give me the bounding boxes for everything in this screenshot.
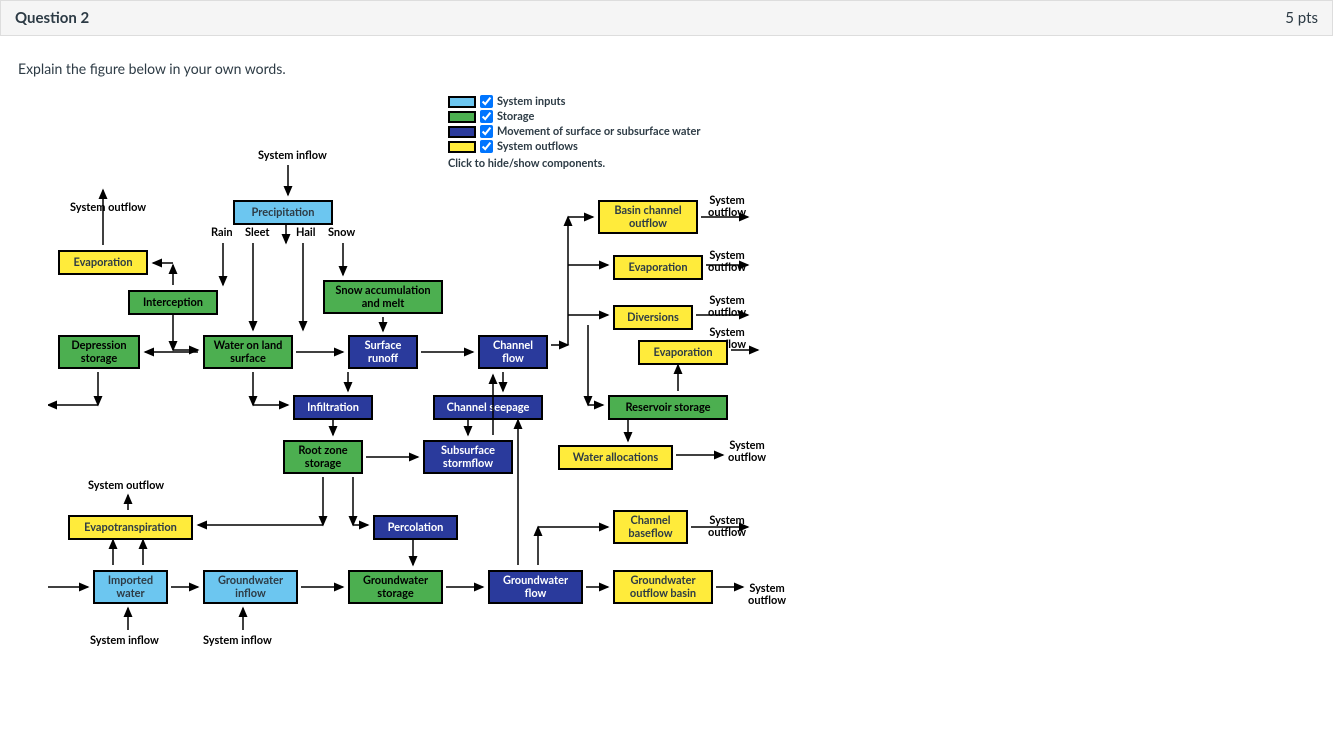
node-reservoir-storage: Reservoir storage [608, 395, 728, 420]
node-channel-baseflow: Channel baseflow [613, 510, 688, 544]
legend-label: Storage [497, 110, 534, 123]
node-channel-flow: Channel flow [478, 335, 548, 369]
label-system-outflow: System outflow [70, 202, 146, 214]
node-surface-runoff: Surface runoff [348, 335, 418, 369]
node-root-zone: Root zone storage [283, 440, 363, 474]
legend: System inputs Storage Movement of surfac… [448, 95, 700, 170]
node-diversions: Diversions [613, 305, 693, 330]
label-snow: Snow [328, 227, 355, 239]
node-imported-water: Imported water [93, 570, 168, 604]
label-system-outflow-6: System outflow [708, 515, 746, 539]
node-evaporation-2: Evaporation [613, 255, 703, 280]
node-percolation: Percolation [373, 515, 458, 540]
label-rain: Rain [211, 227, 233, 239]
legend-item-storage: Storage [448, 110, 700, 123]
legend-checkbox-inputs[interactable] [480, 95, 493, 108]
legend-item-movement: Movement of surface or subsurface water [448, 125, 700, 138]
legend-checkbox-outflows[interactable] [480, 140, 493, 153]
node-water-surface: Water on land surface [203, 335, 293, 369]
node-gw-inflow: Groundwater inflow [203, 570, 298, 604]
legend-caption: Click to hide/show components. [448, 157, 700, 170]
question-points: 5 pts [1285, 9, 1318, 27]
node-evaporation: Evaporation [58, 250, 148, 275]
legend-checkbox-movement[interactable] [480, 125, 493, 138]
node-evapotranspiration: Evapotranspiration [68, 515, 193, 540]
label-system-inflow-3: System inflow [203, 635, 272, 647]
node-precipitation: Precipitation [233, 200, 333, 225]
node-gw-outflow-basin: Groundwater outflow basin [613, 570, 713, 604]
question-header: Question 2 5 pts [0, 0, 1333, 36]
label-system-outflow-8: System outflow [88, 480, 164, 492]
question-content: Explain the figure below in your own wor… [0, 36, 1333, 699]
label-system-inflow-2: System inflow [90, 635, 159, 647]
node-gw-flow: Groundwater flow [488, 570, 583, 604]
hydrologic-diagram: System inputs Storage Movement of surfac… [48, 95, 928, 675]
swatch-blue [448, 96, 476, 108]
label-system-outflow-5: System outflow [728, 440, 766, 464]
node-basin-channel-outflow: Basin channel outflow [598, 200, 698, 234]
legend-label: System outflows [497, 140, 578, 153]
swatch-green [448, 111, 476, 123]
label-system-outflow-7: System outflow [748, 583, 786, 607]
swatch-navy [448, 126, 476, 138]
node-infiltration: Infiltration [293, 395, 373, 420]
node-snow-melt: Snow accumulation and melt [323, 280, 443, 314]
legend-label: System inputs [497, 95, 565, 108]
question-title: Question 2 [15, 9, 89, 27]
node-depression: Depression storage [58, 335, 140, 369]
label-hail: Hail [296, 227, 315, 239]
label-system-inflow: System inflow [258, 150, 327, 162]
swatch-yellow [448, 141, 476, 153]
label-system-outflow-3: System outflow [708, 295, 746, 319]
label-system-outflow-1: System outflow [708, 195, 746, 219]
legend-item-outflows: System outflows [448, 140, 700, 153]
node-subsurface-stormflow: Subsurface stormflow [423, 440, 513, 474]
legend-label: Movement of surface or subsurface water [497, 125, 700, 138]
node-water-allocations: Water allocations [558, 445, 673, 470]
legend-checkbox-storage[interactable] [480, 110, 493, 123]
label-system-outflow-2: System outflow [708, 250, 746, 274]
node-evaporation-3: Evaporation [638, 340, 728, 365]
node-interception: Interception [128, 290, 218, 315]
node-channel-seepage: Channel seepage [433, 395, 543, 420]
node-gw-storage: Groundwater storage [348, 570, 443, 604]
legend-item-inputs: System inputs [448, 95, 700, 108]
question-prompt: Explain the figure below in your own wor… [18, 60, 1315, 77]
label-sleet: Sleet [245, 227, 269, 239]
